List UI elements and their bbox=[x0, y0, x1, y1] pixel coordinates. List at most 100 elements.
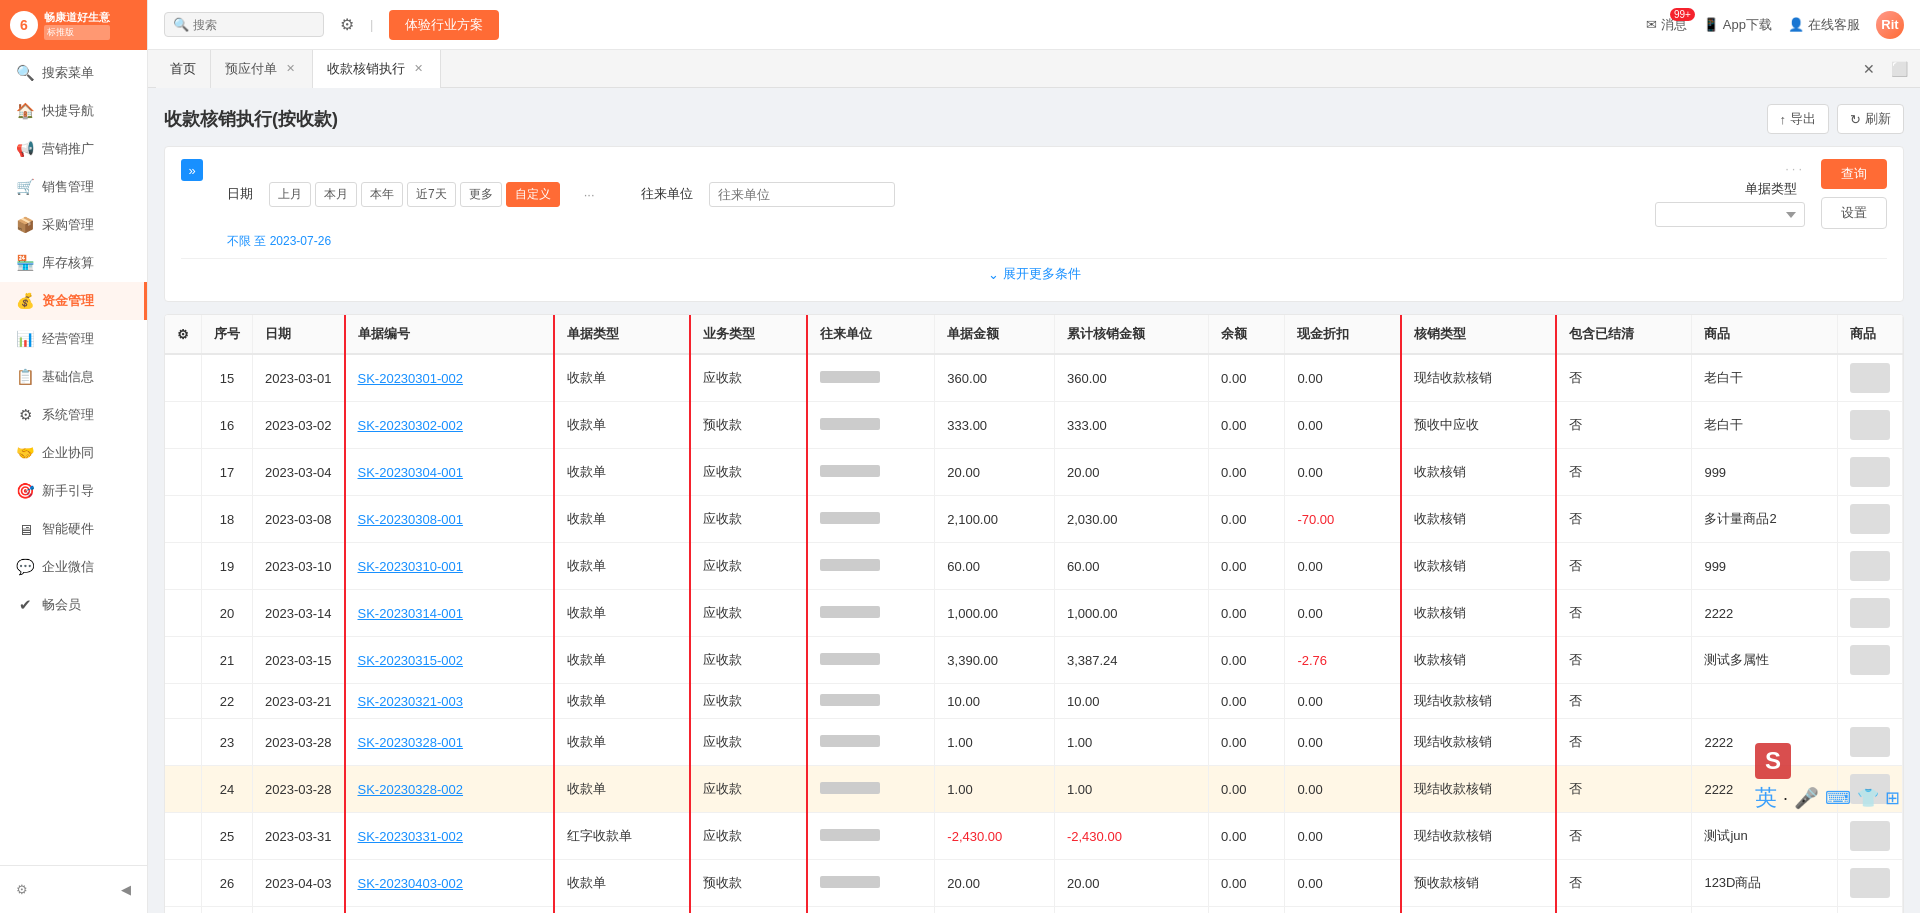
td-goods2 bbox=[1838, 449, 1903, 496]
th-settings[interactable]: ⚙ bbox=[165, 315, 202, 354]
th-partner[interactable]: 往来单位 bbox=[807, 315, 935, 354]
voucher-no-link[interactable]: SK-20230321-003 bbox=[358, 694, 464, 709]
td-settings bbox=[165, 766, 202, 813]
th-goods[interactable]: 商品 bbox=[1692, 315, 1838, 354]
tab-prepay[interactable]: 预应付单 ✕ bbox=[211, 50, 313, 88]
sidebar-item-finance[interactable]: 💰 资金管理 bbox=[0, 282, 147, 320]
tab-home[interactable]: 首页 bbox=[156, 50, 211, 88]
voucher-no-link[interactable]: SK-20230310-001 bbox=[358, 559, 464, 574]
th-balance[interactable]: 余额 bbox=[1209, 315, 1285, 354]
td-voucher-no[interactable]: SK-20230315-002 bbox=[345, 637, 555, 684]
solution-button[interactable]: 体验行业方案 bbox=[389, 10, 499, 40]
date-7days[interactable]: 近7天 bbox=[407, 182, 456, 207]
td-voucher-type: 收款单 bbox=[554, 860, 690, 907]
th-date[interactable]: 日期 bbox=[253, 315, 345, 354]
date-this-month[interactable]: 本月 bbox=[315, 182, 357, 207]
td-voucher-no[interactable]: SK-20230314-001 bbox=[345, 590, 555, 637]
td-voucher-no[interactable]: SK-20230302-002 bbox=[345, 402, 555, 449]
date-last-month[interactable]: 上月 bbox=[269, 182, 311, 207]
filter-expand-btn[interactable]: ⌄ 展开更多条件 bbox=[181, 258, 1887, 289]
tab-receipt-close[interactable]: ✕ bbox=[411, 61, 426, 76]
th-write-off-type[interactable]: 核销类型 bbox=[1401, 315, 1557, 354]
sidebar-item-member[interactable]: ✔ 畅会员 bbox=[0, 586, 147, 624]
user-avatar[interactable]: Rit bbox=[1876, 11, 1904, 39]
date-buttons: 上月 本月 本年 近7天 更多 自定义 bbox=[269, 182, 560, 207]
voucher-no-link[interactable]: SK-20230315-002 bbox=[358, 653, 464, 668]
voucher-no-link[interactable]: SK-20230403-002 bbox=[358, 876, 464, 891]
setting-button[interactable]: 设置 bbox=[1821, 197, 1887, 229]
td-partner bbox=[807, 402, 935, 449]
sidebar-item-hardware[interactable]: 🖥 智能硬件 bbox=[0, 510, 147, 548]
td-settings bbox=[165, 813, 202, 860]
voucher-no-link[interactable]: SK-20230301-002 bbox=[358, 371, 464, 386]
td-include-settled: 否 bbox=[1556, 907, 1691, 914]
td-voucher-no[interactable]: SK-20230321-003 bbox=[345, 684, 555, 719]
sidebar-item-purchase[interactable]: 📦 采购管理 bbox=[0, 206, 147, 244]
voucher-no-link[interactable]: SK-20230302-002 bbox=[358, 418, 464, 433]
voucher-no-link[interactable]: SK-20230314-001 bbox=[358, 606, 464, 621]
sidebar-bottom: ⚙ ◀ bbox=[0, 865, 147, 913]
sidebar-item-search[interactable]: 🔍 搜索菜单 bbox=[0, 54, 147, 92]
topbar-app-download[interactable]: 📱 App下载 bbox=[1703, 16, 1772, 34]
sidebar-item-basic[interactable]: 📋 基础信息 bbox=[0, 358, 147, 396]
th-amount[interactable]: 单据金额 bbox=[935, 315, 1055, 354]
tab-receipt[interactable]: 收款核销执行 ✕ bbox=[313, 50, 441, 88]
sidebar-item-sales[interactable]: 🛒 销售管理 bbox=[0, 168, 147, 206]
partner-filter-input[interactable] bbox=[709, 182, 895, 207]
voucher-no-link[interactable]: SK-20230328-001 bbox=[358, 735, 464, 750]
td-voucher-no[interactable]: SK-20230408-001 bbox=[345, 907, 555, 914]
th-voucher-no[interactable]: 单据编号 bbox=[345, 315, 555, 354]
td-voucher-no[interactable]: SK-20230310-001 bbox=[345, 543, 555, 590]
export-button[interactable]: ↑ 导出 bbox=[1767, 104, 1830, 134]
td-voucher-no[interactable]: SK-20230328-001 bbox=[345, 719, 555, 766]
sidebar-item-nav[interactable]: 🏠 快捷导航 bbox=[0, 92, 147, 130]
voucher-no-link[interactable]: SK-20230304-001 bbox=[358, 465, 464, 480]
td-voucher-no[interactable]: SK-20230403-002 bbox=[345, 860, 555, 907]
query-button[interactable]: 查询 bbox=[1821, 159, 1887, 189]
topbar-gear-icon[interactable]: ⚙ bbox=[340, 15, 354, 34]
date-this-year[interactable]: 本年 bbox=[361, 182, 403, 207]
th-include-settled[interactable]: 包含已结清 bbox=[1556, 315, 1691, 354]
topbar-search-box[interactable]: 🔍 bbox=[164, 12, 324, 37]
sidebar-item-wechat[interactable]: 💬 企业微信 bbox=[0, 548, 147, 586]
sidebar-item-system[interactable]: ⚙ 系统管理 bbox=[0, 396, 147, 434]
voucher-type-select[interactable] bbox=[1655, 202, 1805, 227]
td-voucher-no[interactable]: SK-20230301-002 bbox=[345, 354, 555, 402]
sidebar-bottom-settings[interactable]: ⚙ ◀ bbox=[0, 874, 147, 905]
voucher-no-link[interactable]: SK-20230328-002 bbox=[358, 782, 464, 797]
td-goods bbox=[1692, 684, 1838, 719]
sidebar-item-operation[interactable]: 📊 经营管理 bbox=[0, 320, 147, 358]
voucher-no-link[interactable]: SK-20230308-001 bbox=[358, 512, 464, 527]
tabs-close-all-icon[interactable]: ✕ bbox=[1859, 57, 1879, 81]
tabs-maximize-icon[interactable]: ⬜ bbox=[1887, 57, 1912, 81]
th-goods2[interactable]: 商品 bbox=[1838, 315, 1903, 354]
sidebar-item-enterprise[interactable]: 🤝 企业协同 bbox=[0, 434, 147, 472]
topbar-message[interactable]: ✉ 消息 99+ bbox=[1646, 16, 1687, 34]
th-voucher-type[interactable]: 单据类型 bbox=[554, 315, 690, 354]
tab-prepay-close[interactable]: ✕ bbox=[283, 61, 298, 76]
topbar-service[interactable]: 👤 在线客服 bbox=[1788, 16, 1860, 34]
topbar-search-input[interactable] bbox=[193, 18, 313, 32]
td-date: 2023-03-04 bbox=[253, 449, 345, 496]
sidebar-item-guide[interactable]: 🎯 新手引导 bbox=[0, 472, 147, 510]
refresh-button[interactable]: ↻ 刷新 bbox=[1837, 104, 1904, 134]
td-voucher-no[interactable]: SK-20230304-001 bbox=[345, 449, 555, 496]
voucher-no-link[interactable]: SK-20230331-002 bbox=[358, 829, 464, 844]
date-more[interactable]: 更多 bbox=[460, 182, 502, 207]
collapse-icon[interactable]: ◀ bbox=[121, 882, 131, 897]
sidebar-item-marketing[interactable]: 📢 营销推广 bbox=[0, 130, 147, 168]
sidebar-item-inventory[interactable]: 🏪 库存核算 bbox=[0, 244, 147, 282]
td-include-settled: 否 bbox=[1556, 543, 1691, 590]
filter-toggle-btn[interactable]: » bbox=[181, 159, 203, 181]
wechat-icon: 💬 bbox=[16, 558, 34, 576]
th-cash-discount[interactable]: 现金折扣 bbox=[1285, 315, 1401, 354]
td-voucher-no[interactable]: SK-20230308-001 bbox=[345, 496, 555, 543]
td-no: 26 bbox=[202, 860, 253, 907]
td-voucher-no[interactable]: SK-20230328-002 bbox=[345, 766, 555, 813]
date-custom[interactable]: 自定义 bbox=[506, 182, 560, 207]
watermark: S 英 · 🎤 ⌨ 👕 ⊞ bbox=[1755, 743, 1900, 813]
td-write-off-type: 收款核销 bbox=[1401, 590, 1557, 637]
th-biz-type[interactable]: 业务类型 bbox=[690, 315, 807, 354]
th-total-write-off[interactable]: 累计核销金额 bbox=[1054, 315, 1208, 354]
td-voucher-no[interactable]: SK-20230331-002 bbox=[345, 813, 555, 860]
